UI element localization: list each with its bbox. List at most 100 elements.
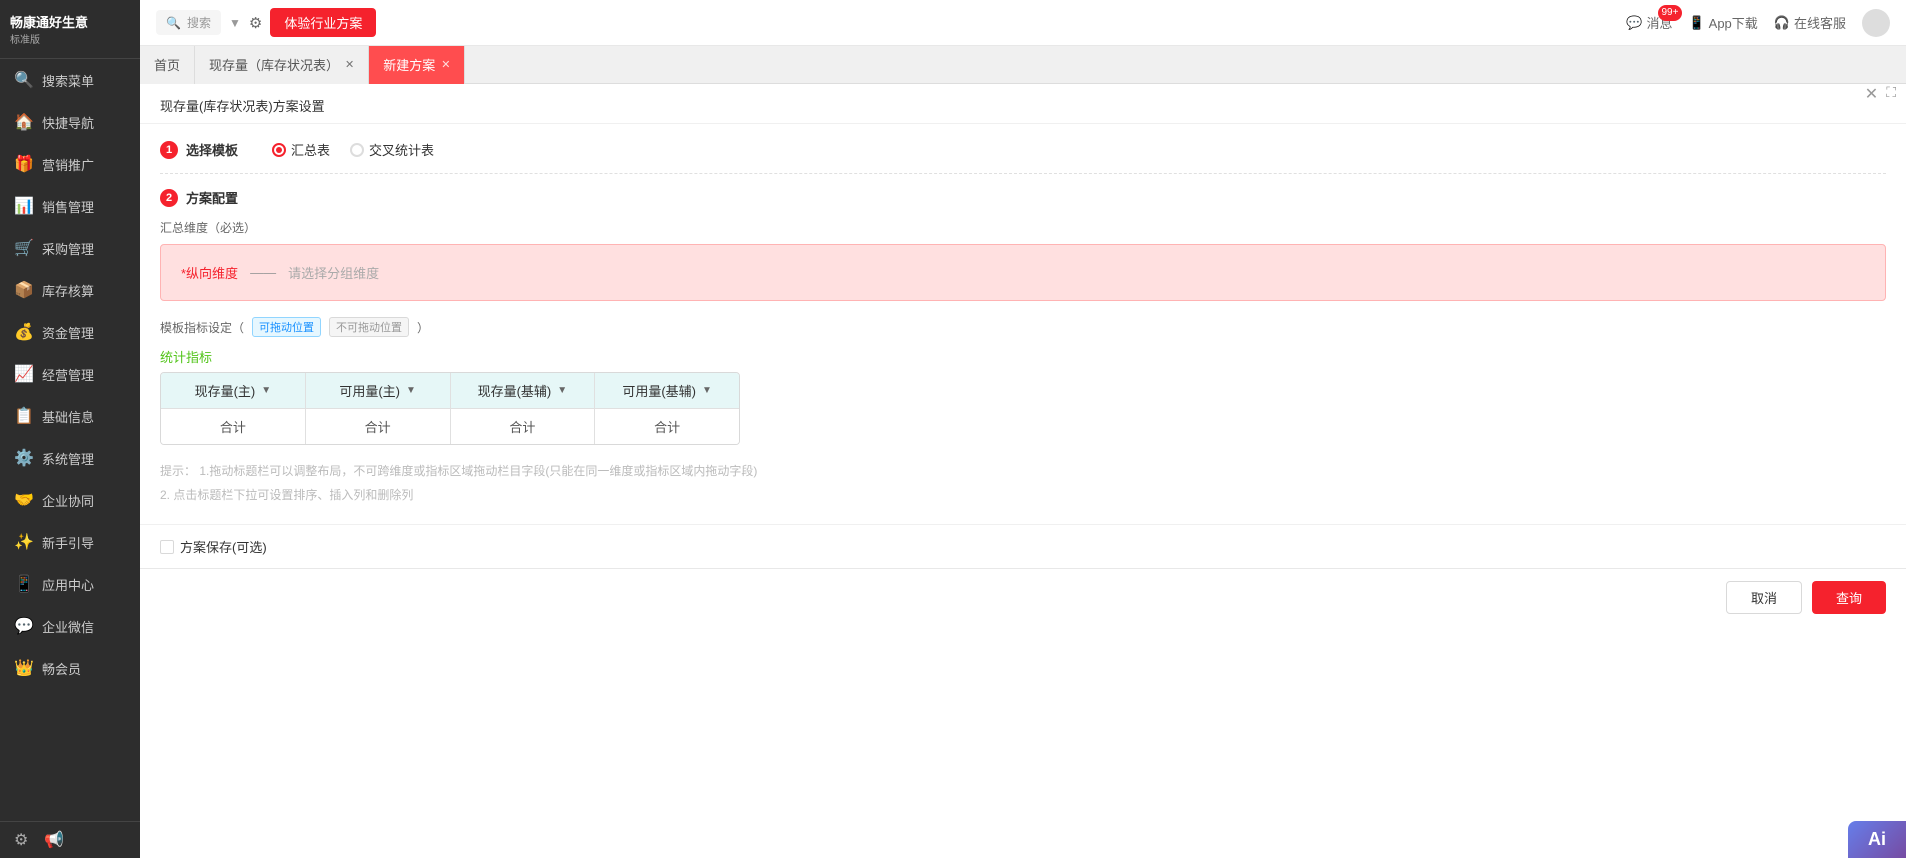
close-window-icon[interactable]: ✕ <box>1865 84 1878 104</box>
dimension-box[interactable]: *纵向维度 —— 请选择分组维度 <box>160 244 1886 301</box>
footer-bar: 取消 查询 <box>140 568 1906 626</box>
topbar-left: 🔍 搜索 ▼ ⚙ 体验行业方案 <box>156 8 1616 37</box>
section1-header: 1 选择模板 汇总表 交叉统计表 <box>160 140 1886 159</box>
col-chevron-col1[interactable]: ▼ <box>261 385 271 396</box>
sidebar-item-inventory[interactable]: 📦 库存核算 <box>0 269 140 311</box>
topbar: 🔍 搜索 ▼ ⚙ 体验行业方案 💬 消息 99+ 📱 App下载 🎧 在线客服 <box>140 0 1906 46</box>
dropdown-icon[interactable]: ▼ <box>229 16 241 30</box>
tab-inventory-close-icon[interactable]: ✕ <box>345 58 354 71</box>
sidebar-item-label-search: 搜索菜单 <box>42 71 94 90</box>
tabs-bar: 首页 现存量（库存状况表） ✕ 新建方案 ✕ <box>140 46 1906 84</box>
ai-fab[interactable]: Ai <box>1848 821 1906 858</box>
quick-nav-icon: 🏠 <box>14 112 34 132</box>
sidebar-item-system[interactable]: ⚙️系统管理 <box>0 437 140 479</box>
col-chevron-col4[interactable]: ▼ <box>702 385 712 396</box>
search-icon: 🔍 <box>166 16 181 30</box>
settings-topbar-icon[interactable]: ⚙ <box>249 14 262 32</box>
sidebar-item-enterprise[interactable]: 🤝 企业协同 <box>0 479 140 521</box>
tip1: 提示： 1.拖动标题栏可以调整布局，不可跨维度或指标区域拖动栏目字段(只能在同一… <box>160 461 1886 483</box>
radio-summary-label: 汇总表 <box>291 140 330 159</box>
indicator-settings-label: 模板指标设定（ 可拖动位置 不可拖动位置 ） <box>160 317 1886 337</box>
headset-icon: 🎧 <box>1774 15 1790 31</box>
sidebar-item-apps[interactable]: 📱应用中心 <box>0 563 140 605</box>
sidebar-item-guide[interactable]: ✨新手引导 <box>0 521 140 563</box>
indicator-label-suffix: ） <box>417 319 429 336</box>
sidebar-item-label-quick-nav: 快捷导航 <box>42 113 94 132</box>
expand-icon[interactable]: ⛶ <box>1886 84 1896 104</box>
page-title: 现存量(库存状况表)方案设置 <box>160 99 325 114</box>
sidebar-item-basic[interactable]: 📋基础信息 <box>0 395 140 437</box>
online-service-btn[interactable]: 🎧 在线客服 <box>1774 13 1846 32</box>
member-icon: 👑 <box>14 658 34 678</box>
message-btn[interactable]: 💬 消息 99+ <box>1626 13 1672 32</box>
tab-inventory-status[interactable]: 现存量（库存状况表） ✕ <box>195 46 369 84</box>
radio-cross[interactable]: 交叉统计表 <box>350 140 434 159</box>
message-icon: 💬 <box>1626 15 1642 31</box>
sidebar-item-label-finance: 资金管理 <box>42 323 94 342</box>
tab-home[interactable]: 首页 <box>140 46 195 84</box>
tab-new-plan[interactable]: 新建方案 ✕ <box>369 46 465 84</box>
industry-btn[interactable]: 体验行业方案 <box>270 8 376 37</box>
col-chevron-col2[interactable]: ▼ <box>406 385 416 396</box>
sidebar-item-label-sales: 销售管理 <box>42 197 94 216</box>
inventory-icon: 📦 <box>14 280 34 300</box>
sidebar-item-label-inventory: 库存核算 <box>42 281 94 300</box>
page-header: 现存量(库存状况表)方案设置 <box>140 84 1906 124</box>
search-placeholder: 搜索 <box>187 14 211 31</box>
basic-icon: 📋 <box>14 406 34 426</box>
main-area: 🔍 搜索 ▼ ⚙ 体验行业方案 💬 消息 99+ 📱 App下载 🎧 在线客服 <box>140 0 1906 858</box>
sidebar-logo: 畅康通好生意 标准版 <box>0 0 140 59</box>
dimension-placeholder: 请选择分组维度 <box>288 263 379 282</box>
speaker-icon[interactable]: 📢 <box>44 830 64 850</box>
enterprise-icon: 🤝 <box>14 490 34 510</box>
stats-col-header-col2: 可用量(主) ▼ <box>306 373 451 409</box>
save-checkbox[interactable] <box>160 540 174 554</box>
sidebar-item-label-enterprise: 企业协同 <box>42 491 94 510</box>
col-chevron-col3[interactable]: ▼ <box>557 385 567 396</box>
tab-new-plan-close-icon[interactable]: ✕ <box>441 58 450 71</box>
stats-col-header-col1: 现存量(主)▼ <box>161 373 306 409</box>
sidebar-item-purchase[interactable]: 🛒采购管理 <box>0 227 140 269</box>
stats-col-body-col3: 合计 <box>451 409 596 444</box>
col-sub-col2: 合计 <box>306 409 450 444</box>
sidebar-item-quick-nav[interactable]: 🏠 快捷导航 <box>0 101 140 143</box>
sidebar-item-search[interactable]: 🔍搜索菜单 <box>0 59 140 101</box>
user-avatar[interactable] <box>1862 9 1890 37</box>
stats-col-body-col2: 合计 <box>306 409 451 444</box>
settings-icon[interactable]: ⚙ <box>14 830 28 850</box>
radio-cross-dot <box>350 143 364 157</box>
col-label-col2: 可用量(主) <box>339 381 400 400</box>
radio-summary[interactable]: 汇总表 <box>272 140 330 159</box>
stats-title: 统计指标 <box>160 347 1886 366</box>
query-button[interactable]: 查询 <box>1812 581 1886 614</box>
tab-new-plan-label: 新建方案 <box>383 55 435 74</box>
settings-panel: 1 选择模板 汇总表 交叉统计表 2 方案 <box>140 124 1906 524</box>
dimension-required-text: *纵向维度 <box>181 263 238 282</box>
search-box[interactable]: 🔍 搜索 <box>156 10 221 35</box>
section1-num: 1 <box>160 141 178 159</box>
sidebar-item-wechat[interactable]: 💬 企业微信 <box>0 605 140 647</box>
sidebar-item-operation[interactable]: 📈经营管理 <box>0 353 140 395</box>
template-options: 汇总表 交叉统计表 <box>272 140 434 159</box>
sidebar-item-finance[interactable]: 💰资金管理 <box>0 311 140 353</box>
sidebar-item-label-operation: 经营管理 <box>42 365 94 384</box>
save-option: 方案保存(可选) <box>140 524 1906 568</box>
message-badge: 99+ <box>1658 5 1683 21</box>
sidebar-item-marketing[interactable]: 🎁营销推广 <box>0 143 140 185</box>
sidebar-item-member[interactable]: 👑 畅会员 <box>0 647 140 689</box>
sidebar-item-sales[interactable]: 📊 销售管理 <box>0 185 140 227</box>
content-area: ✕ ⛶ 现存量(库存状况表)方案设置 1 选择模板 汇总表 交叉统计表 <box>140 84 1906 858</box>
purchase-icon: 🛒 <box>14 238 34 258</box>
non-draggable-badge: 不可拖动位置 <box>329 317 409 337</box>
sidebar-item-label-guide: 新手引导 <box>42 533 94 552</box>
sales-icon: 📊 <box>14 196 34 216</box>
wechat-icon: 💬 <box>14 616 34 636</box>
sidebar-item-label-wechat: 企业微信 <box>42 617 94 636</box>
app-download-btn[interactable]: 📱 App下载 <box>1688 13 1757 32</box>
stats-col-body-col4: 合计 <box>595 409 739 444</box>
sidebar-item-label-member: 畅会员 <box>42 659 81 678</box>
cancel-button[interactable]: 取消 <box>1726 581 1802 614</box>
stats-col-header-col4: 可用量(基辅)▼ <box>595 373 739 409</box>
section2-num: 2 <box>160 189 178 207</box>
save-label: 方案保存(可选) <box>180 537 267 556</box>
